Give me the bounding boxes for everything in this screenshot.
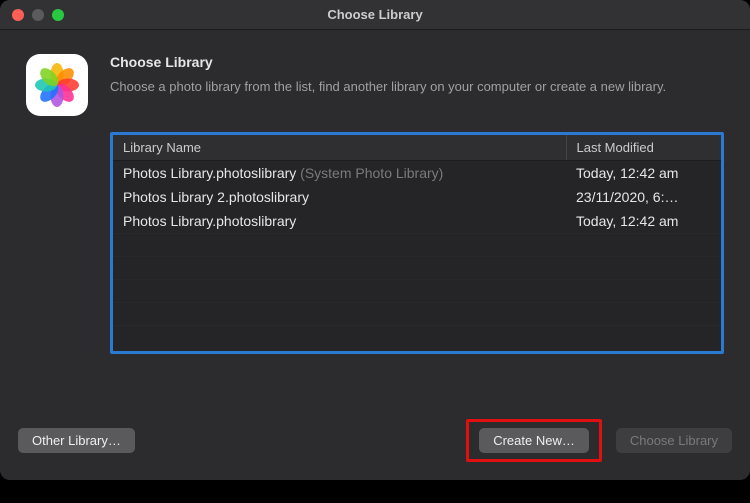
library-table: Library Name Last Modified Photos Librar… — [110, 132, 724, 354]
minimize-icon — [32, 9, 44, 21]
other-library-button[interactable]: Other Library… — [18, 428, 135, 453]
library-modified: 23/11/2020, 6:… — [566, 185, 721, 209]
library-modified: Today, 12:42 am — [566, 209, 721, 234]
traffic-lights — [0, 9, 64, 21]
table-row[interactable]: Photos Library 2.photoslibrary 23/11/202… — [113, 185, 721, 209]
dialog-description: Choose a photo library from the list, fi… — [110, 78, 724, 96]
choose-library-button: Choose Library — [616, 428, 732, 453]
dialog-footer: Other Library… Create New… Choose Librar… — [18, 419, 732, 462]
library-name: Photos Library.photoslibrary — [123, 213, 296, 229]
zoom-icon[interactable] — [52, 9, 64, 21]
dialog-content: Choose Library Choose a photo library fr… — [0, 30, 750, 116]
titlebar: Choose Library — [0, 0, 750, 30]
library-tag: (System Photo Library) — [300, 165, 443, 181]
table-row[interactable]: Photos Library.photoslibrary (System Pho… — [113, 161, 721, 186]
library-name: Photos Library 2.photoslibrary — [123, 189, 309, 205]
library-name: Photos Library.photoslibrary — [123, 165, 296, 181]
create-new-button[interactable]: Create New… — [479, 428, 589, 453]
choose-library-window: Choose Library Choose Library Choose a p… — [0, 0, 750, 480]
dialog-title: Choose Library — [110, 54, 724, 70]
table-row[interactable]: Photos Library.photoslibrary Today, 12:4… — [113, 209, 721, 234]
close-icon[interactable] — [12, 9, 24, 21]
annotation-highlight: Create New… — [466, 419, 602, 462]
column-last-modified[interactable]: Last Modified — [566, 135, 721, 161]
window-title: Choose Library — [327, 7, 422, 22]
column-library-name[interactable]: Library Name — [113, 135, 566, 161]
photos-app-icon — [26, 54, 88, 116]
library-modified: Today, 12:42 am — [566, 161, 721, 186]
